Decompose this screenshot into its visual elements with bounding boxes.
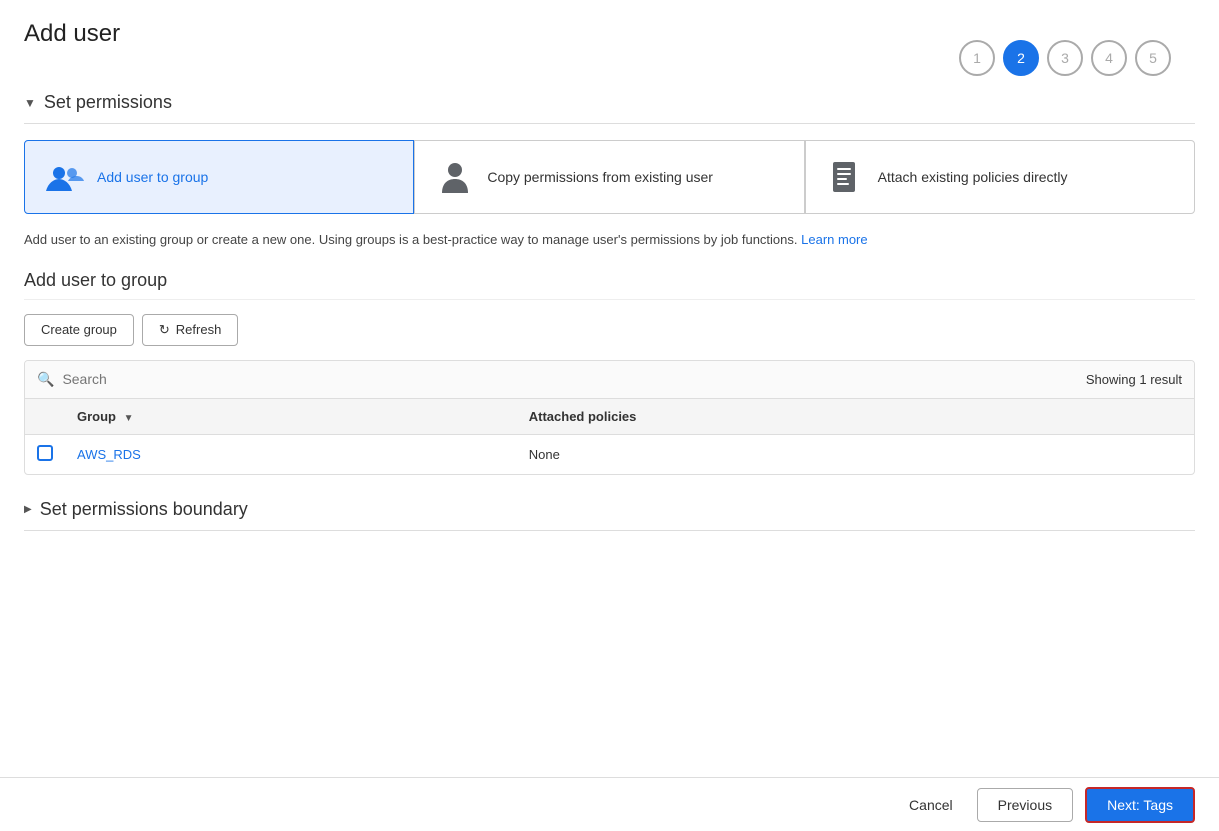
groups-table: Group ▼ Attached policies AWS_RDS None [25,399,1194,474]
option-add-user-to-group[interactable]: Add user to group [24,140,414,214]
step-4[interactable]: 4 [1091,40,1127,76]
search-input-wrapper: 🔍 [37,371,497,388]
set-permissions-label: Set permissions [44,92,172,113]
set-permissions-header[interactable]: ▼ Set permissions [24,92,1195,124]
refresh-button[interactable]: ↻ Refresh [142,314,238,346]
search-icon: 🔍 [37,371,54,388]
step-1[interactable]: 1 [959,40,995,76]
step-3[interactable]: 3 [1047,40,1083,76]
copy-permissions-label: Copy permissions from existing user [487,169,713,185]
step-indicators: 1 2 3 4 5 [959,40,1171,76]
group-name-link[interactable]: AWS_RDS [77,447,141,462]
row-checkbox-cell[interactable] [25,434,65,474]
set-permissions-boundary-chevron: ▶ [24,504,32,515]
page-title: Add user [24,20,120,48]
showing-result: Showing 1 result [1086,372,1182,387]
group-sort-arrow: ▼ [124,413,134,424]
column-header-group[interactable]: Group ▼ [65,399,517,435]
group-table-container: 🔍 Showing 1 result Group ▼ Attached poli… [24,360,1195,475]
option-copy-permissions[interactable]: Copy permissions from existing user [414,140,804,214]
previous-button[interactable]: Previous [977,788,1073,822]
policies-column-label: Attached policies [529,409,637,424]
attached-policies-cell: None [517,434,1194,474]
table-checkbox-header [25,399,65,435]
learn-more-link[interactable]: Learn more [801,232,867,247]
info-text-main: Add user to an existing group or create … [24,232,798,247]
footer: Cancel Previous Next: Tags [0,777,1219,831]
table-row: AWS_RDS None [25,434,1194,474]
search-input[interactable] [62,371,497,387]
row-checkbox[interactable] [37,445,53,461]
permission-options: Add user to group Copy permissions from … [24,140,1195,214]
set-permissions-boundary-section: ▶ Set permissions boundary [24,499,1195,531]
doc-icon [826,157,866,197]
set-permissions-boundary-header[interactable]: ▶ Set permissions boundary [24,499,1195,531]
group-name-cell: AWS_RDS [65,434,517,474]
attach-policies-label: Attach existing policies directly [878,169,1068,185]
set-permissions-boundary-label: Set permissions boundary [40,499,248,520]
cancel-button[interactable]: Cancel [897,789,965,821]
set-permissions-chevron: ▼ [24,96,36,110]
table-header-row: Group ▼ Attached policies [25,399,1194,435]
column-header-policies: Attached policies [517,399,1194,435]
step-2[interactable]: 2 [1003,40,1039,76]
add-user-to-group-label: Add user to group [97,169,208,185]
add-user-to-group-title: Add user to group [24,270,1195,300]
next-button[interactable]: Next: Tags [1085,787,1195,823]
create-group-button[interactable]: Create group [24,314,134,346]
person-icon [435,157,475,197]
group-column-label: Group [77,409,116,424]
action-buttons: Create group ↻ Refresh [24,314,1195,346]
step-5[interactable]: 5 [1135,40,1171,76]
option-attach-policies[interactable]: Attach existing policies directly [805,140,1195,214]
refresh-icon: ↻ [159,322,170,338]
users-icon [45,157,85,197]
search-bar: 🔍 Showing 1 result [25,361,1194,399]
info-text: Add user to an existing group or create … [24,230,1195,250]
